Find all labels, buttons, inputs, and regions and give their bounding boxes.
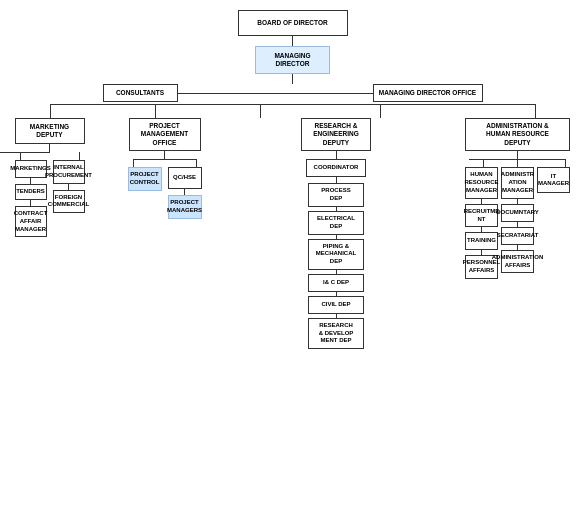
coordinator-box: COORDINATOR: [306, 159, 366, 177]
i-c-dep-box: I& C DEP: [308, 274, 364, 292]
project-managers-box: PROJECT MANAGERS: [168, 195, 202, 219]
managing-director-box: MANAGING DIRECTOR: [255, 46, 330, 74]
process-dep-box: PROCESS DEP: [308, 183, 364, 207]
it-manager-box: IT MANAGER: [537, 167, 570, 193]
recruitment-box: RECRUITME NT: [465, 204, 498, 228]
marketing-box: MARKETING DEPUTY: [15, 118, 85, 144]
hr-manager-box: HUMAN RESOURCE MANAGER: [465, 167, 498, 198]
secretariat-box: SECRATARIAT: [501, 227, 534, 245]
board-box: BOARD OF DIRECTOR: [238, 10, 348, 36]
marketings-box: MARKETINGS: [15, 160, 47, 178]
training-box: TRAINING: [465, 232, 498, 250]
research-box: RESEARCH & ENGINEERING DEPUTY: [301, 118, 371, 151]
tenders-box: TENDERS: [15, 184, 47, 200]
research-col: RESEARCH & ENGINEERING DEPUTY COORDINATO…: [296, 118, 376, 349]
marketing-col: MARKETING DEPUTY MARKETINGS: [13, 118, 87, 237]
admin-hr-box: ADMINISTRATION & HUMAN RESOURCE DEPUTY: [465, 118, 570, 151]
admin-manager-box: ADMINISTR ATION MANAGER: [501, 167, 534, 198]
project-control-box: PROJECT CONTROL: [128, 167, 162, 191]
project-mgmt-box: PROJECT MANAGEMENT OFFICE: [129, 118, 201, 151]
contract-affairs-box: CONTRACT AFFAIR MANAGER: [15, 206, 47, 237]
piping-dep-box: PIPING & MECHANICAL DEP: [308, 239, 364, 270]
internal-procurement-box: INTERNAL PROCUREMENT: [53, 160, 85, 184]
civil-dep-box: CIVIL DEP: [308, 296, 364, 314]
md-office-box: MANAGING DIRECTOR OFFICE: [373, 84, 483, 102]
org-chart-container: BOARD OF DIRECTOR MANAGING DIRECTOR CONS…: [0, 0, 585, 359]
electrical-dep-box: ELECTRICAL DEP: [308, 211, 364, 235]
admin-col: ADMINISTRATION & HUMAN RESOURCE DEPUTY H…: [463, 118, 573, 279]
qc-hse-box: QC/HSE: [168, 167, 202, 189]
admin-affairs-box: ADMINISTRATION AFFAIRS: [501, 250, 534, 274]
research-dev-box: RESEARCH & DEVELOP MENT DEP: [308, 318, 364, 349]
project-mgmt-col: PROJECT MANAGEMENT OFFICE PROJECT CONTRO…: [120, 118, 210, 219]
consultants-box: CONSULTANTS: [103, 84, 178, 102]
documentary-box: DOCUMNTARY: [501, 204, 534, 222]
foreign-commercial-box: FOREIGN COMMERCIAL: [53, 190, 85, 214]
